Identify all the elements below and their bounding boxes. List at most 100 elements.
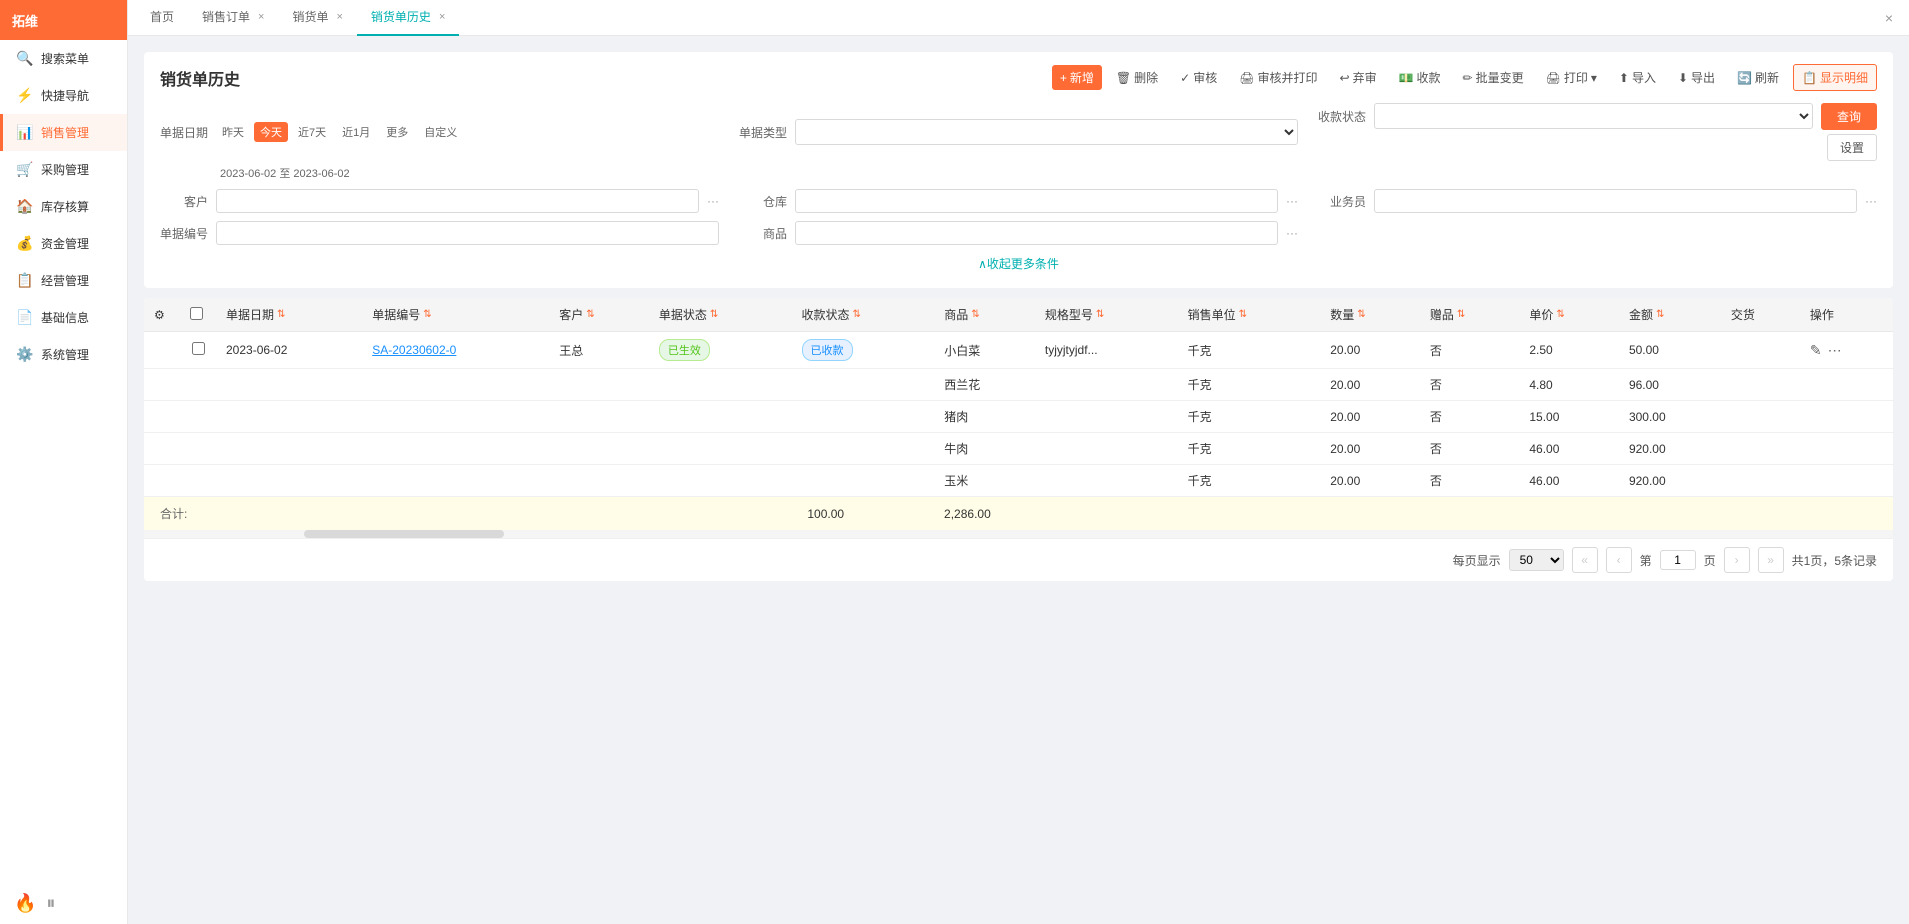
cell-checkbox-1[interactable] xyxy=(180,369,216,401)
sidebar-item-quick-nav[interactable]: ⚡ 快捷导航 xyxy=(0,77,127,114)
th-settings[interactable]: ⚙ xyxy=(144,298,180,332)
cell-docno-2[interactable] xyxy=(362,401,549,433)
goods-dots[interactable]: ··· xyxy=(1286,226,1298,240)
sort-spec-icon: ⇅ xyxy=(1096,309,1104,320)
first-page-btn[interactable]: « xyxy=(1572,547,1598,573)
sidebar-item-operation[interactable]: 📋 经营管理 xyxy=(0,262,127,299)
chip-more[interactable]: 更多 xyxy=(380,122,414,142)
cell-docno-0[interactable]: SA-20230602-0 xyxy=(362,332,549,369)
edit-icon[interactable]: ✎ xyxy=(1810,342,1822,359)
sales-mgmt-icon: 📊 xyxy=(17,125,33,141)
th-checkbox[interactable] xyxy=(180,298,216,332)
collect-button[interactable]: 💵 收款 xyxy=(1391,65,1449,90)
th-amount[interactable]: 金额 ⇅ xyxy=(1619,298,1721,332)
collect-select[interactable] xyxy=(1374,103,1813,129)
sidebar-item-finance[interactable]: 💰 资金管理 xyxy=(0,225,127,262)
filter-collect-row: 收款状态 xyxy=(1318,103,1813,129)
sidebar-fire-icon[interactable]: 🔥 xyxy=(14,893,36,914)
query-button[interactable]: 查询 xyxy=(1821,103,1877,130)
abandon-icon: ↩ xyxy=(1340,71,1350,85)
tab-home[interactable]: 首页 xyxy=(136,0,188,36)
sidebar-item-system-mgmt[interactable]: ⚙️ 系统管理 xyxy=(0,336,127,373)
page-number-input[interactable] xyxy=(1660,550,1696,570)
inventory-icon: 🏠 xyxy=(17,199,33,215)
import-button[interactable]: ⬆ 导入 xyxy=(1611,65,1664,90)
scrollbar-thumb[interactable] xyxy=(304,530,504,538)
chip-today[interactable]: 今天 xyxy=(254,122,288,142)
more-icon[interactable]: ⋯ xyxy=(1828,342,1842,359)
sidebar-item-search-menu[interactable]: 🔍 搜索菜单 xyxy=(0,40,127,77)
sidebar-item-inventory[interactable]: 🏠 库存核算 xyxy=(0,188,127,225)
th-customer[interactable]: 客户 ⇅ xyxy=(549,298,649,332)
audit-button[interactable]: ✓ 审核 xyxy=(1172,65,1225,90)
cell-docno-3[interactable] xyxy=(362,433,549,465)
th-spec[interactable]: 规格型号 ⇅ xyxy=(1035,298,1178,332)
audit-print-button[interactable]: 🖨 审核并打印 xyxy=(1231,65,1325,90)
sidebar-item-sales-mgmt[interactable]: 📊 销售管理 xyxy=(0,114,127,151)
data-table: ⚙ 单据日期 ⇅ 单据编号 ⇅ xyxy=(144,298,1893,496)
sidebar-item-purchase-mgmt[interactable]: 🛒 采购管理 xyxy=(0,151,127,188)
cell-checkbox-0[interactable] xyxy=(180,332,216,369)
per-page-select[interactable]: 50 100 200 xyxy=(1509,549,1564,571)
th-goods[interactable]: 商品 ⇅ xyxy=(934,298,1035,332)
show-detail-button[interactable]: 📋 显示明细 xyxy=(1793,64,1877,91)
collapse-btn[interactable]: ∧ 收起更多条件 xyxy=(160,251,1877,276)
refresh-button[interactable]: 🔄 刷新 xyxy=(1729,65,1787,90)
sort-docno-icon: ⇅ xyxy=(423,309,431,320)
sidebar-pause-icon[interactable]: ⏸ xyxy=(46,893,55,914)
sidebar-item-label: 快捷导航 xyxy=(41,87,89,104)
cell-checkbox-2[interactable] xyxy=(180,401,216,433)
cell-checkbox-4[interactable] xyxy=(180,465,216,497)
salesman-dots[interactable]: ··· xyxy=(1865,194,1877,208)
docno-input[interactable] xyxy=(216,221,719,245)
tab-sales-order-close[interactable]: × xyxy=(258,11,264,23)
cell-checkbox-3[interactable] xyxy=(180,433,216,465)
tab-sales-goods[interactable]: 销货单 × xyxy=(278,0,356,36)
th-date[interactable]: 单据日期 ⇅ xyxy=(216,298,362,332)
tab-sales-order[interactable]: 销售订单 × xyxy=(188,0,278,36)
th-unit[interactable]: 销售单位 ⇅ xyxy=(1178,298,1321,332)
export-button[interactable]: ⬇ 导出 xyxy=(1670,65,1723,90)
th-price[interactable]: 单价 ⇅ xyxy=(1519,298,1619,332)
row-checkbox[interactable] xyxy=(192,342,205,355)
delete-button[interactable]: 🗑 删除 xyxy=(1108,65,1166,90)
close-all-btn[interactable]: × xyxy=(1877,10,1901,26)
chip-1month[interactable]: 近1月 xyxy=(336,122,376,142)
cell-docno-1[interactable] xyxy=(362,369,549,401)
tab-sales-goods-close[interactable]: × xyxy=(336,11,342,23)
tab-sales-history[interactable]: 销货单历史 × xyxy=(357,0,459,36)
th-qty[interactable]: 数量 ⇅ xyxy=(1320,298,1420,332)
setting-button[interactable]: 设置 xyxy=(1827,134,1877,161)
audit-print-icon: 🖨 xyxy=(1239,71,1254,85)
footer-label: 合计: xyxy=(160,505,187,522)
warehouse-dots[interactable]: ··· xyxy=(1286,194,1298,208)
next-page-btn[interactable]: › xyxy=(1724,547,1750,573)
tab-sales-history-close[interactable]: × xyxy=(439,11,445,23)
chip-7days[interactable]: 近7天 xyxy=(292,122,332,142)
batch-change-button[interactable]: ✏ 批量变更 xyxy=(1455,65,1532,90)
cell-docno-4[interactable] xyxy=(362,465,549,497)
customer-dots[interactable]: ··· xyxy=(707,194,719,208)
warehouse-input[interactable] xyxy=(795,189,1278,213)
salesman-input[interactable] xyxy=(1374,189,1857,213)
th-gift[interactable]: 赠品 ⇅ xyxy=(1420,298,1520,332)
abandon-button[interactable]: ↩ 弃审 xyxy=(1332,65,1385,90)
select-all-checkbox[interactable] xyxy=(190,307,203,320)
th-collectstatus[interactable]: 收款状态 ⇅ xyxy=(792,298,935,332)
customer-input[interactable] xyxy=(216,189,699,213)
print-button[interactable]: 🖨 打印 ▾ xyxy=(1538,65,1605,90)
type-select[interactable] xyxy=(795,119,1298,145)
sidebar-item-basic-info[interactable]: 📄 基础信息 xyxy=(0,299,127,336)
goods-input[interactable] xyxy=(795,221,1278,245)
last-page-btn[interactable]: » xyxy=(1758,547,1784,573)
chip-custom[interactable]: 自定义 xyxy=(418,122,463,142)
doc-no-link[interactable]: SA-20230602-0 xyxy=(372,343,456,357)
page-title-row: 销货单历史 + 新增 🗑 删除 ✓ 审核 🖨 xyxy=(160,64,1877,91)
th-docno[interactable]: 单据编号 ⇅ xyxy=(362,298,549,332)
horizontal-scrollbar[interactable] xyxy=(144,530,1893,538)
add-button[interactable]: + 新增 xyxy=(1052,65,1102,90)
th-docstatus[interactable]: 单据状态 ⇅ xyxy=(649,298,792,332)
chip-yesterday[interactable]: 昨天 xyxy=(216,122,250,142)
prev-page-btn[interactable]: ‹ xyxy=(1606,547,1632,573)
cell-collectstatus-3 xyxy=(792,433,935,465)
